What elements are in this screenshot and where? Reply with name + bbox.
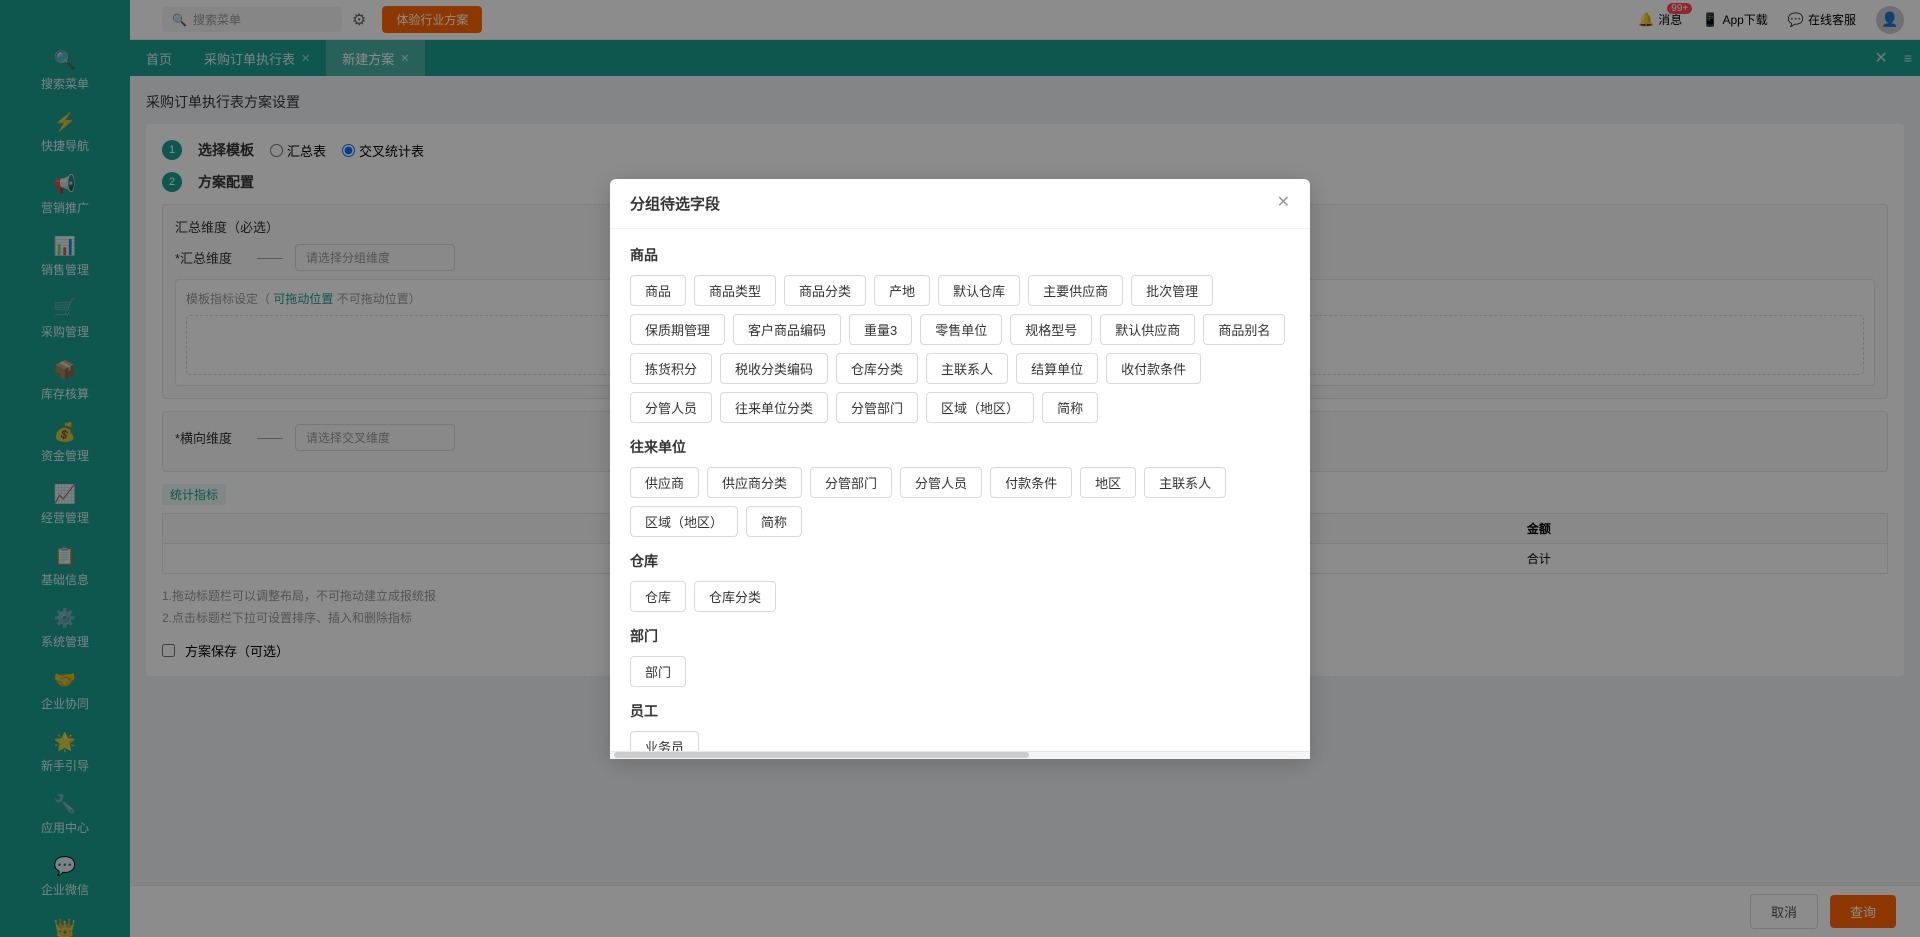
modal-close-button[interactable]: ✕	[1277, 195, 1290, 211]
field-chip-0-10[interactable]: 零售单位	[920, 314, 1002, 345]
employee-fields-grid: 业务员	[630, 731, 1290, 751]
field-chip-1-3[interactable]: 分管人员	[900, 467, 982, 498]
field-chip-0-13[interactable]: 商品别名	[1203, 314, 1285, 345]
field-chip-0-20[interactable]: 分管人员	[630, 392, 712, 423]
field-chip-0-3[interactable]: 产地	[874, 275, 930, 306]
section-warehouse-title: 仓库	[630, 551, 1290, 571]
section-partner-title: 往来单位	[630, 437, 1290, 457]
field-chip-0-16[interactable]: 仓库分类	[836, 353, 918, 384]
field-chip-3-0[interactable]: 部门	[630, 656, 686, 687]
field-chip-2-1[interactable]: 仓库分类	[694, 581, 776, 612]
field-chip-0-18[interactable]: 结算单位	[1016, 353, 1098, 384]
field-chip-1-1[interactable]: 供应商分类	[707, 467, 802, 498]
field-chip-0-8[interactable]: 客户商品编码	[733, 314, 841, 345]
field-chip-0-6[interactable]: 批次管理	[1131, 275, 1213, 306]
field-chip-1-7[interactable]: 区域（地区）	[630, 506, 738, 537]
field-chip-0-7[interactable]: 保质期管理	[630, 314, 725, 345]
field-chip-4-0[interactable]: 业务员	[630, 731, 699, 751]
field-chip-0-5[interactable]: 主要供应商	[1028, 275, 1123, 306]
field-chip-0-24[interactable]: 简称	[1042, 392, 1098, 423]
field-chip-1-8[interactable]: 简称	[746, 506, 802, 537]
field-chip-0-2[interactable]: 商品分类	[784, 275, 866, 306]
field-chip-0-12[interactable]: 默认供应商	[1100, 314, 1195, 345]
field-chip-1-5[interactable]: 地区	[1080, 467, 1136, 498]
hscroll-thumb[interactable]	[614, 752, 1029, 758]
field-chip-1-6[interactable]: 主联系人	[1144, 467, 1226, 498]
partner-fields-grid: 供应商供应商分类分管部门分管人员付款条件地区主联系人区域（地区） 简称	[630, 467, 1290, 537]
field-chip-0-1[interactable]: 商品类型	[694, 275, 776, 306]
field-chip-0-17[interactable]: 主联系人	[926, 353, 1008, 384]
section-employee-title: 员工	[630, 701, 1290, 721]
field-chip-0-9[interactable]: 重量3	[849, 314, 912, 345]
section-product-title: 商品	[630, 245, 1290, 265]
department-fields-grid: 部门	[630, 656, 1290, 687]
field-chip-0-0[interactable]: 商品	[630, 275, 686, 306]
field-chip-0-4[interactable]: 默认仓库	[938, 275, 1020, 306]
product-fields-grid: 商品商品类型商品分类产地默认仓库主要供应商批次管理保质期管理客户商品编码重量3 零…	[630, 275, 1290, 423]
modal-body: 商品 商品商品类型商品分类产地默认仓库主要供应商批次管理保质期管理客户商品编码重…	[610, 229, 1310, 751]
field-chip-2-0[interactable]: 仓库	[630, 581, 686, 612]
field-chip-0-14[interactable]: 拣货积分	[630, 353, 712, 384]
field-chip-0-19[interactable]: 收付款条件	[1106, 353, 1201, 384]
modal-title: 分组待选字段	[630, 193, 720, 214]
field-chip-0-11[interactable]: 规格型号	[1010, 314, 1092, 345]
section-department-title: 部门	[630, 626, 1290, 646]
field-chip-0-22[interactable]: 分管部门	[836, 392, 918, 423]
field-chip-1-0[interactable]: 供应商	[630, 467, 699, 498]
field-chip-1-2[interactable]: 分管部门	[810, 467, 892, 498]
field-chip-0-21[interactable]: 往来单位分类	[720, 392, 828, 423]
field-chip-1-4[interactable]: 付款条件	[990, 467, 1072, 498]
modal-hscroll[interactable]	[610, 751, 1310, 759]
field-select-modal: 分组待选字段 ✕ 商品 商品商品类型商品分类产地默认仓库主要供应商批次管理保质期…	[610, 179, 1310, 759]
field-chip-0-15[interactable]: 税收分类编码	[720, 353, 828, 384]
field-chip-0-23[interactable]: 区域（地区）	[926, 392, 1034, 423]
modal-header: 分组待选字段 ✕	[610, 179, 1310, 229]
warehouse-fields-grid: 仓库仓库分类	[630, 581, 1290, 612]
